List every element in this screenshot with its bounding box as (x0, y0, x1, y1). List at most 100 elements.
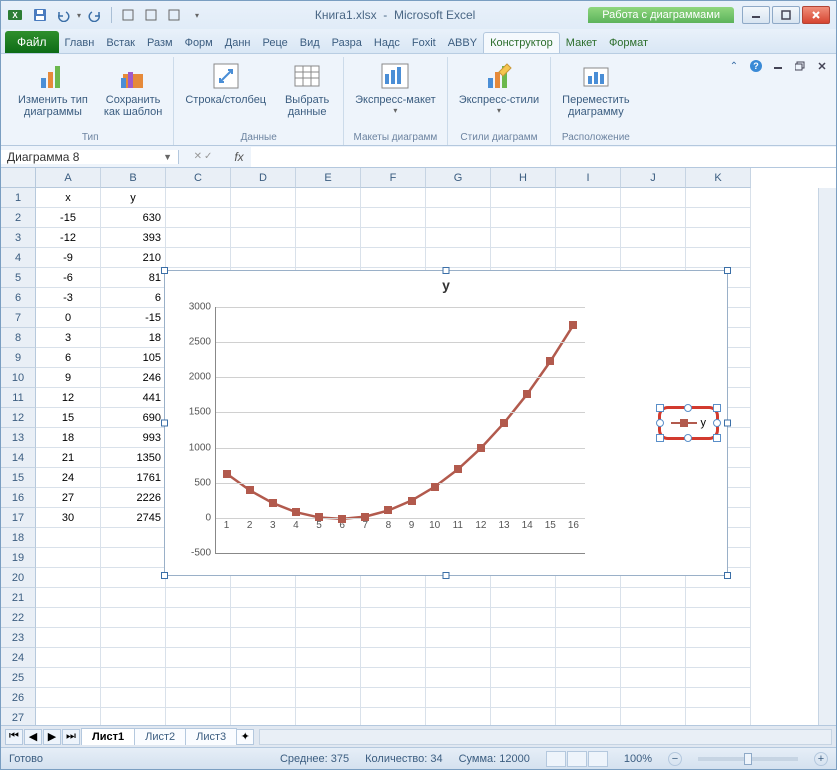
cell[interactable] (426, 688, 491, 708)
cell[interactable] (491, 228, 556, 248)
sheet-nav-first[interactable]: ⏮ (5, 729, 23, 745)
row-header[interactable]: 6 (1, 288, 36, 308)
chart-data-point[interactable] (431, 483, 439, 491)
cell[interactable] (231, 208, 296, 228)
quick-styles[interactable]: Экспресс-стили▾ (454, 57, 544, 118)
maximize-button[interactable] (772, 6, 800, 24)
ribbon-tab[interactable]: Надс (368, 33, 406, 53)
cell[interactable] (491, 688, 556, 708)
row-header[interactable]: 2 (1, 208, 36, 228)
cell[interactable] (36, 668, 101, 688)
vertical-scrollbar[interactable] (818, 188, 836, 725)
cell[interactable] (166, 588, 231, 608)
column-header[interactable]: G (426, 168, 491, 188)
cell[interactable] (361, 208, 426, 228)
cell[interactable] (166, 188, 231, 208)
cell[interactable]: 630 (101, 208, 166, 228)
chart-data-point[interactable] (523, 390, 531, 398)
row-header[interactable]: 27 (1, 708, 36, 725)
cell[interactable] (426, 628, 491, 648)
view-pagebreak-button[interactable] (588, 751, 608, 767)
cell[interactable] (296, 628, 361, 648)
cell[interactable] (231, 588, 296, 608)
row-header[interactable]: 17 (1, 508, 36, 528)
move-chart[interactable]: Переместить диаграмму (557, 57, 634, 121)
cell[interactable] (296, 648, 361, 668)
cell[interactable] (426, 208, 491, 228)
cell[interactable] (36, 528, 101, 548)
cell[interactable] (621, 588, 686, 608)
row-header[interactable]: 20 (1, 568, 36, 588)
chart-data-point[interactable] (454, 465, 462, 473)
cell[interactable] (101, 588, 166, 608)
ribbon-tab[interactable]: ABBY (442, 33, 483, 53)
change-chart-type[interactable]: Изменить тип диаграммы (13, 57, 93, 121)
cell[interactable] (101, 648, 166, 668)
cell[interactable]: 0 (36, 308, 101, 328)
embedded-chart[interactable]: y -5000500100015002000250030001234567891… (164, 270, 728, 576)
row-header[interactable]: 22 (1, 608, 36, 628)
cell[interactable] (101, 688, 166, 708)
new-sheet-button[interactable]: ✦ (236, 729, 254, 745)
cell[interactable] (296, 608, 361, 628)
cell[interactable] (296, 248, 361, 268)
cell[interactable] (231, 628, 296, 648)
redo-button[interactable] (86, 6, 104, 24)
view-normal-button[interactable] (546, 751, 566, 767)
sheet-tab[interactable]: Лист2 (134, 728, 186, 745)
cell[interactable] (491, 248, 556, 268)
cell[interactable]: 18 (36, 428, 101, 448)
cell[interactable] (36, 548, 101, 568)
row-header[interactable]: 12 (1, 408, 36, 428)
chart-data-point[interactable] (246, 486, 254, 494)
ribbon-tab[interactable]: Foxit (406, 33, 442, 53)
ribbon-tab[interactable]: Разра (326, 33, 368, 53)
chart-data-point[interactable] (546, 357, 554, 365)
cell[interactable] (426, 648, 491, 668)
cell[interactable] (686, 628, 751, 648)
cell[interactable] (361, 668, 426, 688)
column-header[interactable]: D (231, 168, 296, 188)
chart-data-point[interactable] (315, 513, 323, 521)
cell[interactable] (296, 188, 361, 208)
row-header[interactable]: 13 (1, 428, 36, 448)
cell[interactable] (361, 188, 426, 208)
sheet-tab[interactable]: Лист1 (81, 728, 135, 745)
cell[interactable] (101, 568, 166, 588)
file-tab[interactable]: Файл (5, 31, 59, 53)
cell[interactable] (686, 228, 751, 248)
cell[interactable]: 24 (36, 468, 101, 488)
cell[interactable] (231, 188, 296, 208)
cell[interactable]: 246 (101, 368, 166, 388)
cell[interactable] (426, 228, 491, 248)
column-header[interactable]: F (361, 168, 426, 188)
cell[interactable] (166, 608, 231, 628)
cell[interactable]: 105 (101, 348, 166, 368)
cell[interactable] (361, 608, 426, 628)
cell[interactable] (296, 588, 361, 608)
cell[interactable] (621, 188, 686, 208)
cell[interactable]: 6 (36, 348, 101, 368)
cell[interactable] (491, 188, 556, 208)
row-header[interactable]: 19 (1, 548, 36, 568)
column-header[interactable]: A (36, 168, 101, 188)
row-header[interactable]: 21 (1, 588, 36, 608)
row-header[interactable]: 25 (1, 668, 36, 688)
cell[interactable] (686, 188, 751, 208)
cell[interactable] (296, 228, 361, 248)
cell[interactable] (686, 588, 751, 608)
chart-data-point[interactable] (269, 499, 277, 507)
cell[interactable] (166, 688, 231, 708)
cell[interactable] (231, 248, 296, 268)
zoom-in-button[interactable]: + (814, 752, 828, 766)
column-header[interactable]: E (296, 168, 361, 188)
cell[interactable] (296, 708, 361, 725)
chart-title[interactable]: y (165, 277, 727, 293)
cell[interactable]: -9 (36, 248, 101, 268)
select-data[interactable]: Выбрать данные (277, 57, 337, 121)
sheet-tab[interactable]: Лист3 (185, 728, 237, 745)
cell[interactable] (621, 628, 686, 648)
cell[interactable]: -15 (36, 208, 101, 228)
cell[interactable] (166, 708, 231, 725)
cell[interactable] (36, 608, 101, 628)
